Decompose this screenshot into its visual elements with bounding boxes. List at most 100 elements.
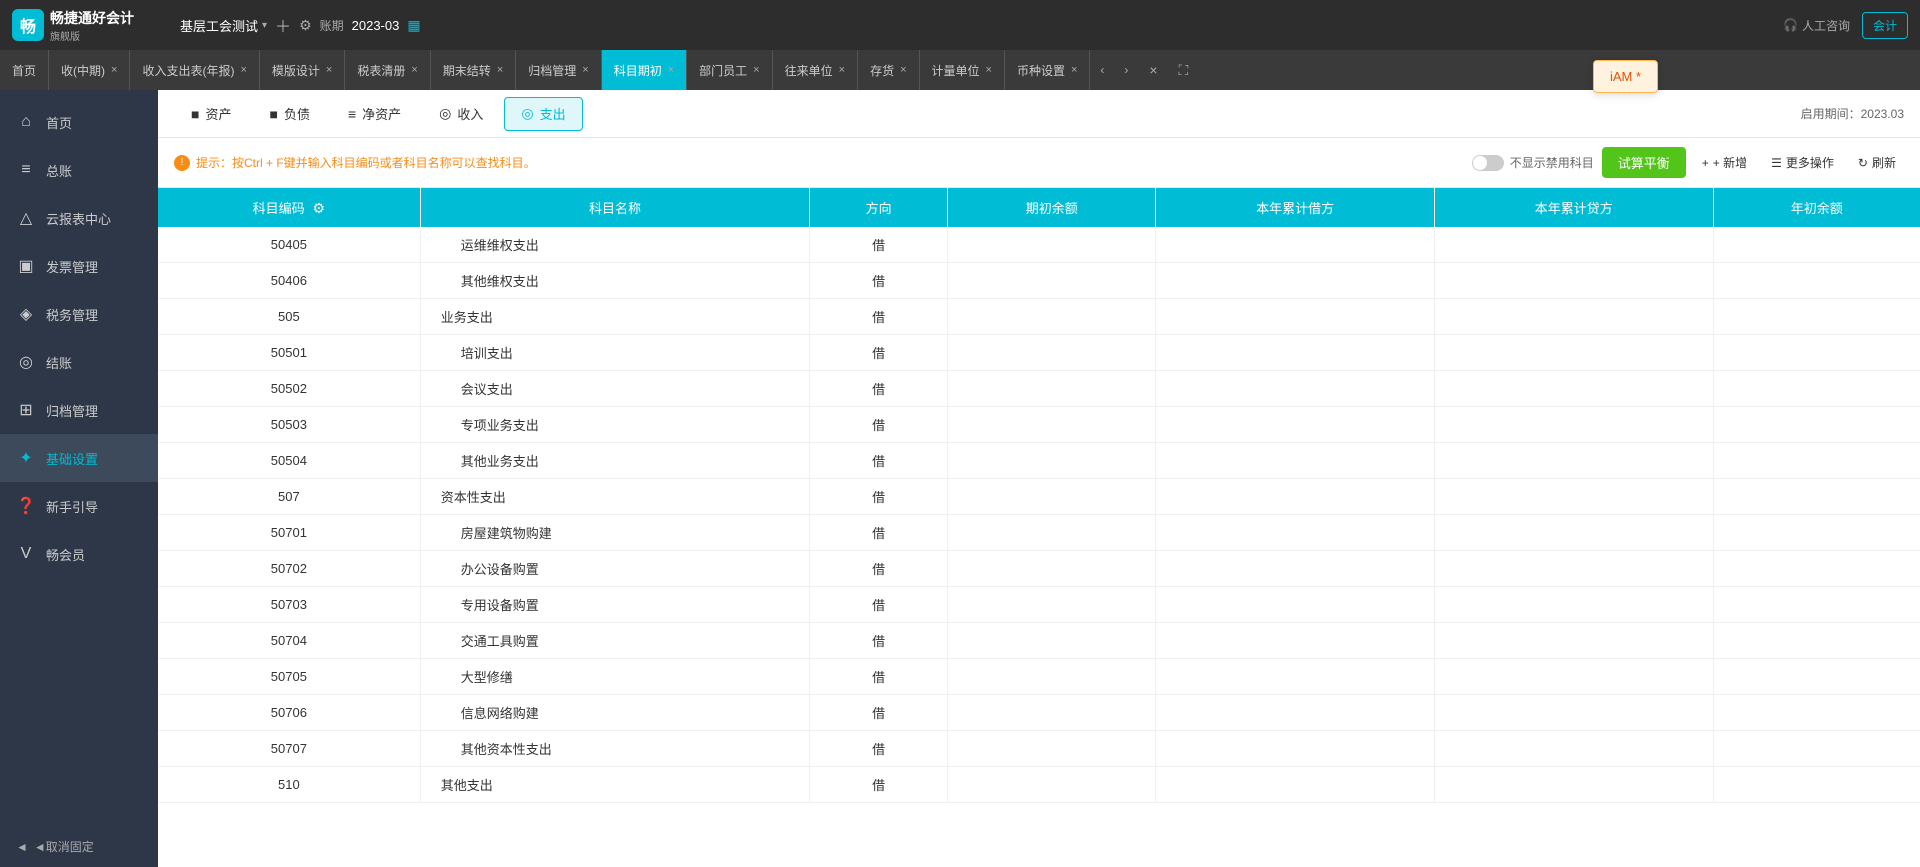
tab-inventory[interactable]: 存货× — [858, 50, 919, 90]
sidebar-footer[interactable]: ◄ ◄取消固定 — [0, 826, 158, 867]
sub-tab-income[interactable]: ◎收入 — [422, 97, 500, 131]
sub-tab-expenditure[interactable]: ◎支出 — [504, 97, 582, 131]
sidebar-item-tax[interactable]: ◈税务管理 — [0, 290, 158, 338]
col-header-direction: 方向 — [810, 188, 948, 227]
tab-income_annual[interactable]: 收入支出表(年报)× — [130, 50, 259, 90]
table-row[interactable]: 50707其他资本性支出借 — [158, 731, 1920, 767]
tab-department[interactable]: 部门员工× — [687, 50, 772, 90]
tab-close-unit[interactable]: × — [986, 64, 992, 76]
cell-ytd-debit — [1156, 551, 1435, 587]
table-row[interactable]: 50706信息网络购建借 — [158, 695, 1920, 731]
column-settings-icon[interactable]: ⚙ — [309, 200, 325, 216]
more-actions-button[interactable]: ☰ 更多操作 — [1763, 150, 1842, 175]
sidebar-item-settings[interactable]: ✦基础设置 — [0, 434, 158, 482]
refresh-button[interactable]: ↻ 刷新 — [1850, 150, 1904, 175]
cell-ytd-credit — [1434, 299, 1713, 335]
cell-code: 50706 — [158, 695, 420, 731]
tab-balance_period[interactable]: 收(中期)× — [49, 50, 130, 90]
tab-close-period_end[interactable]: × — [497, 64, 503, 76]
sidebar-item-guide[interactable]: ❓新手引导 — [0, 482, 158, 530]
settings-gear-icon[interactable]: ⚙ — [299, 17, 312, 34]
tab-unit[interactable]: 计量单位× — [920, 50, 1005, 90]
tab-close-archive[interactable]: × — [582, 64, 588, 76]
cell-direction: 借 — [810, 767, 948, 803]
add-tab-button[interactable]: ＋ — [275, 13, 291, 37]
tab-close-department[interactable]: × — [753, 64, 759, 76]
table-row[interactable]: 507资本性支出借 — [158, 479, 1920, 515]
tab-close-income_annual[interactable]: × — [240, 64, 246, 76]
add-button[interactable]: + + 新增 — [1694, 150, 1755, 175]
tab-close-balance_period[interactable]: × — [111, 64, 117, 76]
cell-opening-balance — [948, 227, 1156, 263]
tab-template[interactable]: 模版设计× — [260, 50, 345, 90]
col-header-ytd_credit: 本年累计贷方 — [1434, 188, 1713, 227]
table-row[interactable]: 50701房屋建筑物购建借 — [158, 515, 1920, 551]
cell-opening-balance — [948, 335, 1156, 371]
tab-currency[interactable]: 币种设置× — [1005, 50, 1090, 90]
tab-nav-next[interactable]: › — [1114, 50, 1138, 90]
cell-opening-balance — [948, 587, 1156, 623]
cell-direction: 借 — [810, 551, 948, 587]
col-header-code: 科目编码 ⚙ — [158, 188, 420, 227]
support-button[interactable]: 🎧 人工咨询 — [1783, 17, 1850, 34]
tab-home[interactable]: 首页 — [0, 50, 49, 90]
tab-contacts[interactable]: 往来单位× — [773, 50, 858, 90]
cell-opening-balance — [948, 551, 1156, 587]
table-row[interactable]: 50704交通工具购置借 — [158, 623, 1920, 659]
cell-ytd-balance — [1713, 479, 1920, 515]
calendar-icon[interactable]: ▦ — [407, 17, 420, 34]
table-row[interactable]: 50504其他业务支出借 — [158, 443, 1920, 479]
tab-close-currency[interactable]: × — [1071, 64, 1077, 76]
tab-close-subject_init[interactable]: × — [668, 64, 674, 76]
trial-balance-button[interactable]: 试算平衡 — [1602, 147, 1686, 178]
tab-close-all[interactable]: × — [1138, 50, 1168, 90]
tab-close-contacts[interactable]: × — [839, 64, 845, 76]
tab-archive[interactable]: 归档管理× — [516, 50, 601, 90]
account-button[interactable]: 会计 — [1862, 12, 1908, 39]
sidebar-label-invoice: 发票管理 — [46, 257, 98, 276]
tab-close-template[interactable]: × — [326, 64, 332, 76]
table-row[interactable]: 50703专用设备购置借 — [158, 587, 1920, 623]
cell-direction: 借 — [810, 407, 948, 443]
table-row[interactable]: 50503专项业务支出借 — [158, 407, 1920, 443]
cell-name: 会议支出 — [420, 371, 809, 407]
cell-direction: 借 — [810, 695, 948, 731]
table-row[interactable]: 50502会议支出借 — [158, 371, 1920, 407]
table-row[interactable]: 50501培训支出借 — [158, 335, 1920, 371]
table-header: 科目编码 ⚙科目名称方向期初余额本年累计借方本年累计贷方年初余额 — [158, 188, 1920, 227]
tab-subject_init[interactable]: 科目期初× — [602, 50, 687, 90]
cell-ytd-balance — [1713, 299, 1920, 335]
table-row[interactable]: 505业务支出借 — [158, 299, 1920, 335]
table-row[interactable]: 50702办公设备购置借 — [158, 551, 1920, 587]
sidebar-item-member[interactable]: V畅会员 — [0, 530, 158, 578]
member-icon: V — [16, 545, 36, 563]
cell-direction: 借 — [810, 659, 948, 695]
company-selector[interactable]: 基层工会测试 ▾ — [180, 16, 267, 35]
tab-close-tax[interactable]: × — [411, 64, 417, 76]
sidebar-item-archive[interactable]: ⊞归档管理 — [0, 386, 158, 434]
pin-icon: ◄ — [16, 840, 28, 854]
tab-expand[interactable]: ⛶ — [1168, 50, 1198, 90]
cell-code: 50705 — [158, 659, 420, 695]
logo-text: 畅捷通好会计 旗舰版 — [50, 8, 134, 43]
table-row[interactable]: 50406其他维权支出借 — [158, 263, 1920, 299]
sidebar-item-closing[interactable]: ◎结账 — [0, 338, 158, 386]
cell-direction: 借 — [810, 371, 948, 407]
tab-close-inventory[interactable]: × — [900, 64, 906, 76]
sidebar-item-invoice[interactable]: ▣发票管理 — [0, 242, 158, 290]
table-row[interactable]: 50705大型修缮借 — [158, 659, 1920, 695]
cell-direction: 借 — [810, 623, 948, 659]
table-row[interactable]: 50405运维维权支出借 — [158, 227, 1920, 263]
table-row[interactable]: 510其他支出借 — [158, 767, 1920, 803]
tab-nav-prev[interactable]: ‹ — [1090, 50, 1114, 90]
disable-toggle[interactable] — [1472, 155, 1504, 171]
sidebar-item-home[interactable]: ⌂首页 — [0, 98, 158, 146]
sidebar-item-ledger[interactable]: ≡总账 — [0, 146, 158, 194]
sub-tab-asset[interactable]: ■资产 — [174, 97, 248, 131]
sidebar-item-reports[interactable]: △云报表中心 — [0, 194, 158, 242]
cell-code: 50707 — [158, 731, 420, 767]
sub-tab-net_asset[interactable]: ≡净资产 — [331, 97, 418, 131]
tab-tax[interactable]: 税表清册× — [345, 50, 430, 90]
sub-tab-liability[interactable]: ■负债 — [252, 97, 326, 131]
tab-period_end[interactable]: 期末结转× — [431, 50, 516, 90]
